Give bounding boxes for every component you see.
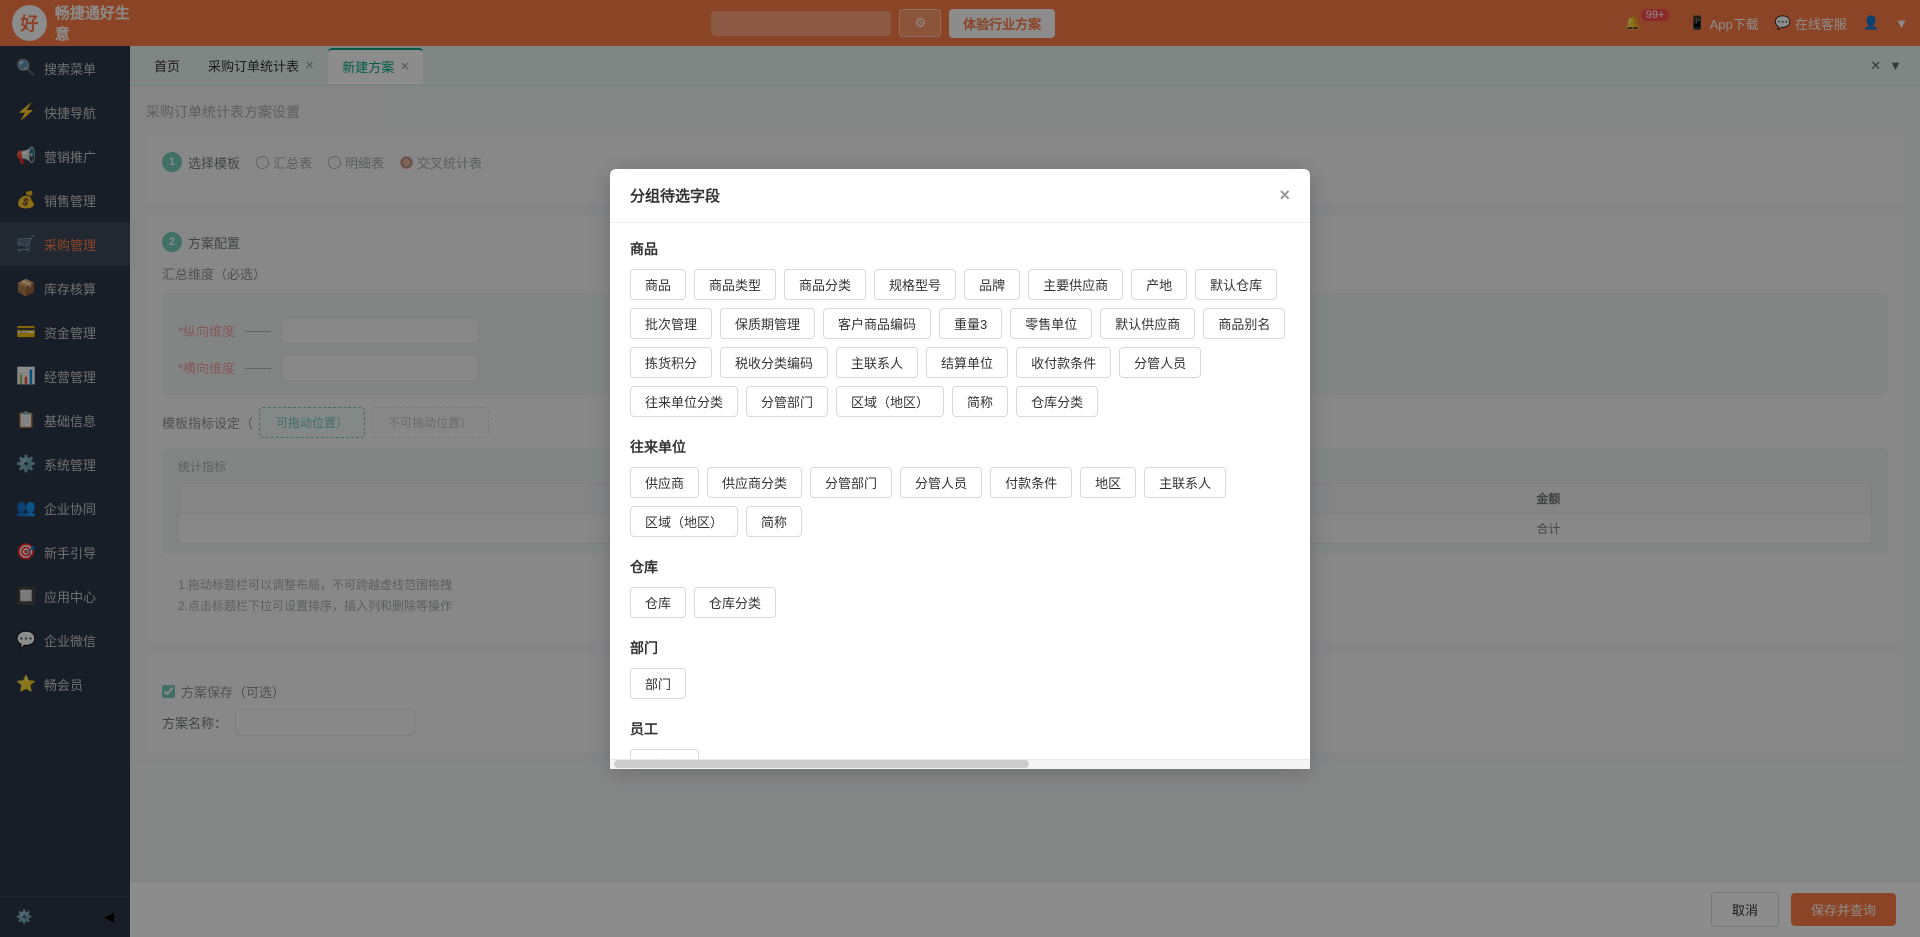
modal-header: 分组待选字段 ×	[610, 169, 1310, 223]
tag-product-brand[interactable]: 品牌	[964, 269, 1020, 300]
tag-contact-short-name[interactable]: 简称	[746, 506, 802, 537]
field-section-warehouse-title: 仓库	[630, 557, 1290, 577]
tag-product-pick-points[interactable]: 拣货积分	[630, 347, 712, 378]
tag-product-origin[interactable]: 产地	[1131, 269, 1187, 300]
tag-contact-mgmt-person[interactable]: 分管人员	[900, 467, 982, 498]
field-section-employee-title: 员工	[630, 719, 1290, 739]
tag-product-default-wh[interactable]: 默认仓库	[1195, 269, 1277, 300]
tag-product-payment-terms[interactable]: 收付款条件	[1016, 347, 1111, 378]
tag-product-product[interactable]: 商品	[630, 269, 686, 300]
tag-product-shelf-life[interactable]: 保质期管理	[720, 308, 815, 339]
field-tags-warehouse: 仓库 仓库分类	[630, 587, 1290, 618]
tag-product-short-name[interactable]: 简称	[952, 386, 1008, 417]
tag-product-spec[interactable]: 规格型号	[874, 269, 956, 300]
tag-product-tax-code[interactable]: 税收分类编码	[720, 347, 828, 378]
modal-title: 分组待选字段	[630, 185, 720, 206]
field-section-employee: 员工 业务员	[630, 719, 1290, 760]
tag-product-retail-unit[interactable]: 零售单位	[1010, 308, 1092, 339]
tag-product-main-supplier[interactable]: 主要供应商	[1028, 269, 1123, 300]
field-section-product-title: 商品	[630, 239, 1290, 259]
tag-product-alias[interactable]: 商品别名	[1203, 308, 1285, 339]
field-tags-employee: 业务员	[630, 749, 1290, 760]
tag-wh-category[interactable]: 仓库分类	[694, 587, 776, 618]
tag-wh-warehouse[interactable]: 仓库	[630, 587, 686, 618]
tag-product-main-contact[interactable]: 主联系人	[836, 347, 918, 378]
tag-contact-supplier-cat[interactable]: 供应商分类	[707, 467, 802, 498]
field-section-contacts-title: 往来单位	[630, 437, 1290, 457]
field-section-dept-title: 部门	[630, 638, 1290, 658]
modal-overlay: 分组待选字段 × 商品 商品 商品类型 商品分类 规格型号 品牌 主要供应商 产…	[0, 0, 1920, 937]
tag-product-cust-code[interactable]: 客户商品编码	[823, 308, 931, 339]
tag-contact-supplier[interactable]: 供应商	[630, 467, 699, 498]
tag-product-dept[interactable]: 分管部门	[746, 386, 828, 417]
tag-emp-salesperson[interactable]: 业务员	[630, 749, 699, 760]
field-tags-contacts: 供应商 供应商分类 分管部门 分管人员 付款条件 地区 主联系人 区域（地区） …	[630, 467, 1290, 537]
modal-body: 商品 商品 商品类型 商品分类 规格型号 品牌 主要供应商 产地 默认仓库 批次…	[610, 223, 1310, 760]
field-tags-dept: 部门	[630, 668, 1290, 699]
tag-contact-main-contact[interactable]: 主联系人	[1144, 467, 1226, 498]
tag-dept-dept[interactable]: 部门	[630, 668, 686, 699]
field-section-product: 商品 商品 商品类型 商品分类 规格型号 品牌 主要供应商 产地 默认仓库 批次…	[630, 239, 1290, 417]
field-section-warehouse: 仓库 仓库 仓库分类	[630, 557, 1290, 618]
tag-product-manager[interactable]: 分管人员	[1119, 347, 1201, 378]
tag-product-batch[interactable]: 批次管理	[630, 308, 712, 339]
tag-product-weight[interactable]: 重量3	[939, 308, 1002, 339]
modal-horizontal-scrollbar[interactable]	[610, 759, 1310, 768]
modal-hscroll-thumb	[614, 760, 1029, 768]
tag-product-settlement-unit[interactable]: 结算单位	[926, 347, 1008, 378]
tag-contact-region[interactable]: 地区	[1080, 467, 1136, 498]
field-tags-product: 商品 商品类型 商品分类 规格型号 品牌 主要供应商 产地 默认仓库 批次管理 …	[630, 269, 1290, 417]
tag-product-category[interactable]: 商品分类	[784, 269, 866, 300]
modal-close-button[interactable]: ×	[1279, 185, 1290, 206]
tag-product-default-sup[interactable]: 默认供应商	[1100, 308, 1195, 339]
field-section-contacts: 往来单位 供应商 供应商分类 分管部门 分管人员 付款条件 地区 主联系人 区域…	[630, 437, 1290, 537]
tag-contact-area[interactable]: 区域（地区）	[630, 506, 738, 537]
tag-product-contact-category[interactable]: 往来单位分类	[630, 386, 738, 417]
tag-product-type[interactable]: 商品类型	[694, 269, 776, 300]
field-section-dept: 部门 部门	[630, 638, 1290, 699]
modal-dialog: 分组待选字段 × 商品 商品 商品类型 商品分类 规格型号 品牌 主要供应商 产…	[610, 169, 1310, 769]
tag-contact-mgmt-dept[interactable]: 分管部门	[810, 467, 892, 498]
tag-contact-payment[interactable]: 付款条件	[990, 467, 1072, 498]
tag-product-region[interactable]: 区域（地区）	[836, 386, 944, 417]
tag-product-wh-category[interactable]: 仓库分类	[1016, 386, 1098, 417]
